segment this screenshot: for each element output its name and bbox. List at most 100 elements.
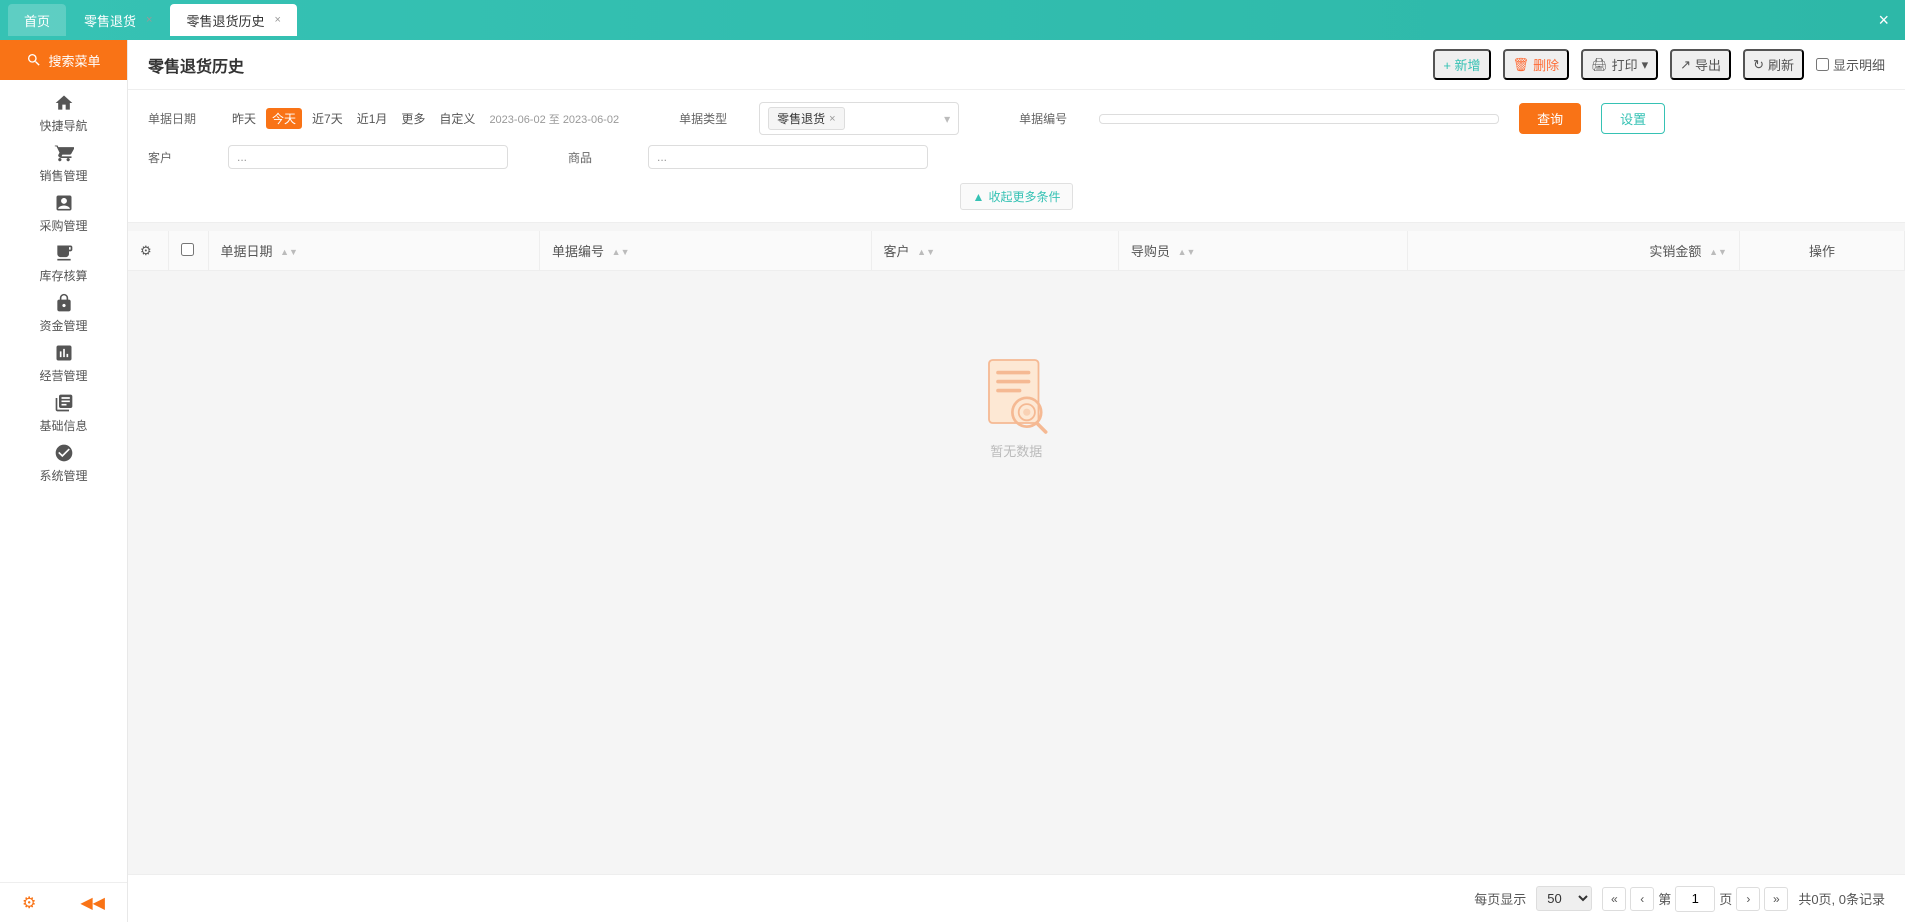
collapse-icon[interactable]: ◀◀ <box>80 893 105 913</box>
next-page-button[interactable]: › <box>1736 887 1760 911</box>
per-page-label: 每页显示 <box>1474 889 1526 908</box>
col-guide[interactable]: 导购员 ▲▼ <box>1118 231 1407 271</box>
date-btn-today[interactable]: 今天 <box>266 108 302 129</box>
delete-icon: 🗑 <box>1513 57 1530 73</box>
show-detail-checkbox[interactable] <box>1816 58 1829 71</box>
collapse-button[interactable]: ▲ 收起更多条件 <box>960 183 1074 210</box>
col-doc-number-sort[interactable]: ▲▼ <box>612 248 630 257</box>
first-page-button[interactable]: « <box>1602 887 1626 911</box>
pagination-bar: 每页显示 50 20 100 200 « ‹ 第 页 › » 共0页, 0条记录 <box>128 874 1905 922</box>
page-title: 零售退货历史 <box>148 53 1433 77</box>
sidebar-item-operations[interactable]: 经营管理 <box>0 338 127 388</box>
top-bar: 首页 零售退货 × 零售退货历史 × × <box>0 0 1905 40</box>
collapse-up-icon: ▲ <box>973 190 985 204</box>
page-nav: « ‹ 第 页 › » <box>1602 886 1788 912</box>
sidebar: 搜索菜单 快捷导航 销售管理 采购管理 库存核算 <box>0 40 128 922</box>
new-button[interactable]: + 新增 <box>1433 49 1490 80</box>
purchase-icon <box>54 193 74 213</box>
print-icon: 🖨 <box>1591 57 1608 73</box>
col-settings[interactable]: ⚙ <box>128 231 168 271</box>
sidebar-search[interactable]: 搜索菜单 <box>0 40 127 80</box>
per-page-select[interactable]: 50 20 100 200 <box>1536 886 1592 911</box>
col-customer-sort[interactable]: ▲▼ <box>917 248 935 257</box>
sidebar-item-sys-mgmt[interactable]: 系统管理 <box>0 438 127 488</box>
table-body: 暂无数据 <box>128 271 1905 541</box>
prev-page-button[interactable]: ‹ <box>1630 887 1654 911</box>
goods-input[interactable]: ... <box>648 145 928 169</box>
last-page-button[interactable]: » <box>1764 887 1788 911</box>
doc-type-tag: 零售退货 × <box>768 107 844 130</box>
filter-area: 单据日期 昨天 今天 近7天 近1月 更多 自定义 2023-06-02 至 2… <box>128 90 1905 223</box>
tab-home[interactable]: 首页 <box>8 4 66 36</box>
customer-label: 客户 <box>148 149 208 166</box>
select-all-checkbox[interactable] <box>181 243 194 256</box>
sidebar-item-purchase-mgmt[interactable]: 采购管理 <box>0 188 127 238</box>
col-customer[interactable]: 客户 ▲▼ <box>871 231 1118 271</box>
table-settings-icon[interactable]: ⚙ <box>140 243 152 258</box>
doc-number-input[interactable] <box>1099 114 1499 124</box>
doc-type-dropdown[interactable]: 零售退货 × ▾ <box>759 102 959 135</box>
col-amount[interactable]: 实销金额 ▲▼ <box>1408 231 1740 271</box>
settings-button[interactable]: 设置 <box>1601 103 1665 134</box>
delete-button[interactable]: 🗑 删除 <box>1503 49 1570 80</box>
col-guide-sort[interactable]: ▲▼ <box>1178 248 1196 257</box>
col-doc-date[interactable]: 单据日期 ▲▼ <box>208 231 540 271</box>
tab-retail-return-close[interactable]: × <box>146 14 152 26</box>
finance-icon <box>54 293 74 313</box>
date-label: 单据日期 <box>148 110 208 127</box>
page-input[interactable] <box>1675 886 1715 912</box>
date-btn-yesterday[interactable]: 昨天 <box>228 108 260 129</box>
tab-bar: 首页 零售退货 × 零售退货历史 × <box>8 4 1870 36</box>
tab-retail-return-history-close[interactable]: × <box>274 14 280 26</box>
basic-info-icon <box>54 393 74 413</box>
sidebar-item-quick-nav[interactable]: 快捷导航 <box>0 88 127 138</box>
empty-state: 暂无数据 <box>128 271 1905 540</box>
page-header: 零售退货历史 + 新增 🗑 删除 🖨 打印 ▾ ↗ 导出 ↻ <box>128 40 1905 90</box>
sidebar-item-inventory[interactable]: 库存核算 <box>0 238 127 288</box>
sidebar-bottom: ⚙ ◀◀ <box>0 882 127 922</box>
query-button[interactable]: 查询 <box>1519 103 1581 134</box>
tab-retail-return[interactable]: 零售退货 × <box>68 4 168 36</box>
sales-icon <box>54 143 74 163</box>
customer-input[interactable]: ... <box>228 145 508 169</box>
header-actions: + 新增 🗑 删除 🖨 打印 ▾ ↗ 导出 ↻ 刷新 <box>1433 49 1885 80</box>
date-btn-custom[interactable]: 自定义 <box>435 108 479 129</box>
refresh-button[interactable]: ↻ 刷新 <box>1743 49 1804 80</box>
empty-state-row: 暂无数据 <box>128 271 1905 541</box>
export-icon: ↗ <box>1680 57 1691 73</box>
page-suffix: 页 <box>1719 889 1732 908</box>
col-checkbox[interactable] <box>168 231 208 271</box>
doc-number-label: 单据编号 <box>1019 110 1079 127</box>
col-actions: 操作 <box>1739 231 1904 271</box>
settings-icon[interactable]: ⚙ <box>22 893 36 913</box>
filter-row-2: 客户 ... 商品 ... <box>148 145 1885 169</box>
date-btn-1month[interactable]: 近1月 <box>353 108 392 129</box>
collapse-row: ▲ 收起更多条件 <box>148 179 1885 210</box>
tab-retail-return-history[interactable]: 零售退货历史 × <box>170 4 296 36</box>
page-prefix: 第 <box>1658 889 1671 908</box>
goods-label: 商品 <box>568 149 628 166</box>
sidebar-nav: 快捷导航 销售管理 采购管理 库存核算 资金管理 <box>0 80 127 882</box>
window-close-button[interactable]: × <box>1870 6 1897 35</box>
sidebar-item-basic-info[interactable]: 基础信息 <box>0 388 127 438</box>
date-btn-more[interactable]: 更多 <box>397 108 429 129</box>
doc-type-label: 单据类型 <box>679 110 739 127</box>
doc-type-dropdown-arrow: ▾ <box>944 112 950 126</box>
total-records: 共0页, 0条记录 <box>1798 889 1885 908</box>
export-button[interactable]: ↗ 导出 <box>1670 49 1731 80</box>
table-header-row: ⚙ 单据日期 ▲▼ 单据编号 ▲▼ <box>128 231 1905 271</box>
operations-icon <box>54 343 74 363</box>
print-button[interactable]: 🖨 打印 ▾ <box>1581 49 1658 80</box>
print-dropdown-arrow: ▾ <box>1642 57 1649 73</box>
col-doc-number[interactable]: 单据编号 ▲▼ <box>540 231 872 271</box>
show-detail-toggle[interactable]: 显示明细 <box>1816 55 1885 74</box>
system-icon <box>54 443 74 463</box>
sidebar-item-sales-mgmt[interactable]: 销售管理 <box>0 138 127 188</box>
date-btn-7days[interactable]: 近7天 <box>308 108 347 129</box>
doc-type-tag-remove[interactable]: × <box>829 113 835 125</box>
col-doc-date-sort[interactable]: ▲▼ <box>280 248 298 257</box>
search-icon <box>26 52 42 68</box>
home-icon <box>54 93 74 113</box>
sidebar-item-finance[interactable]: 资金管理 <box>0 288 127 338</box>
col-amount-sort[interactable]: ▲▼ <box>1709 248 1727 257</box>
